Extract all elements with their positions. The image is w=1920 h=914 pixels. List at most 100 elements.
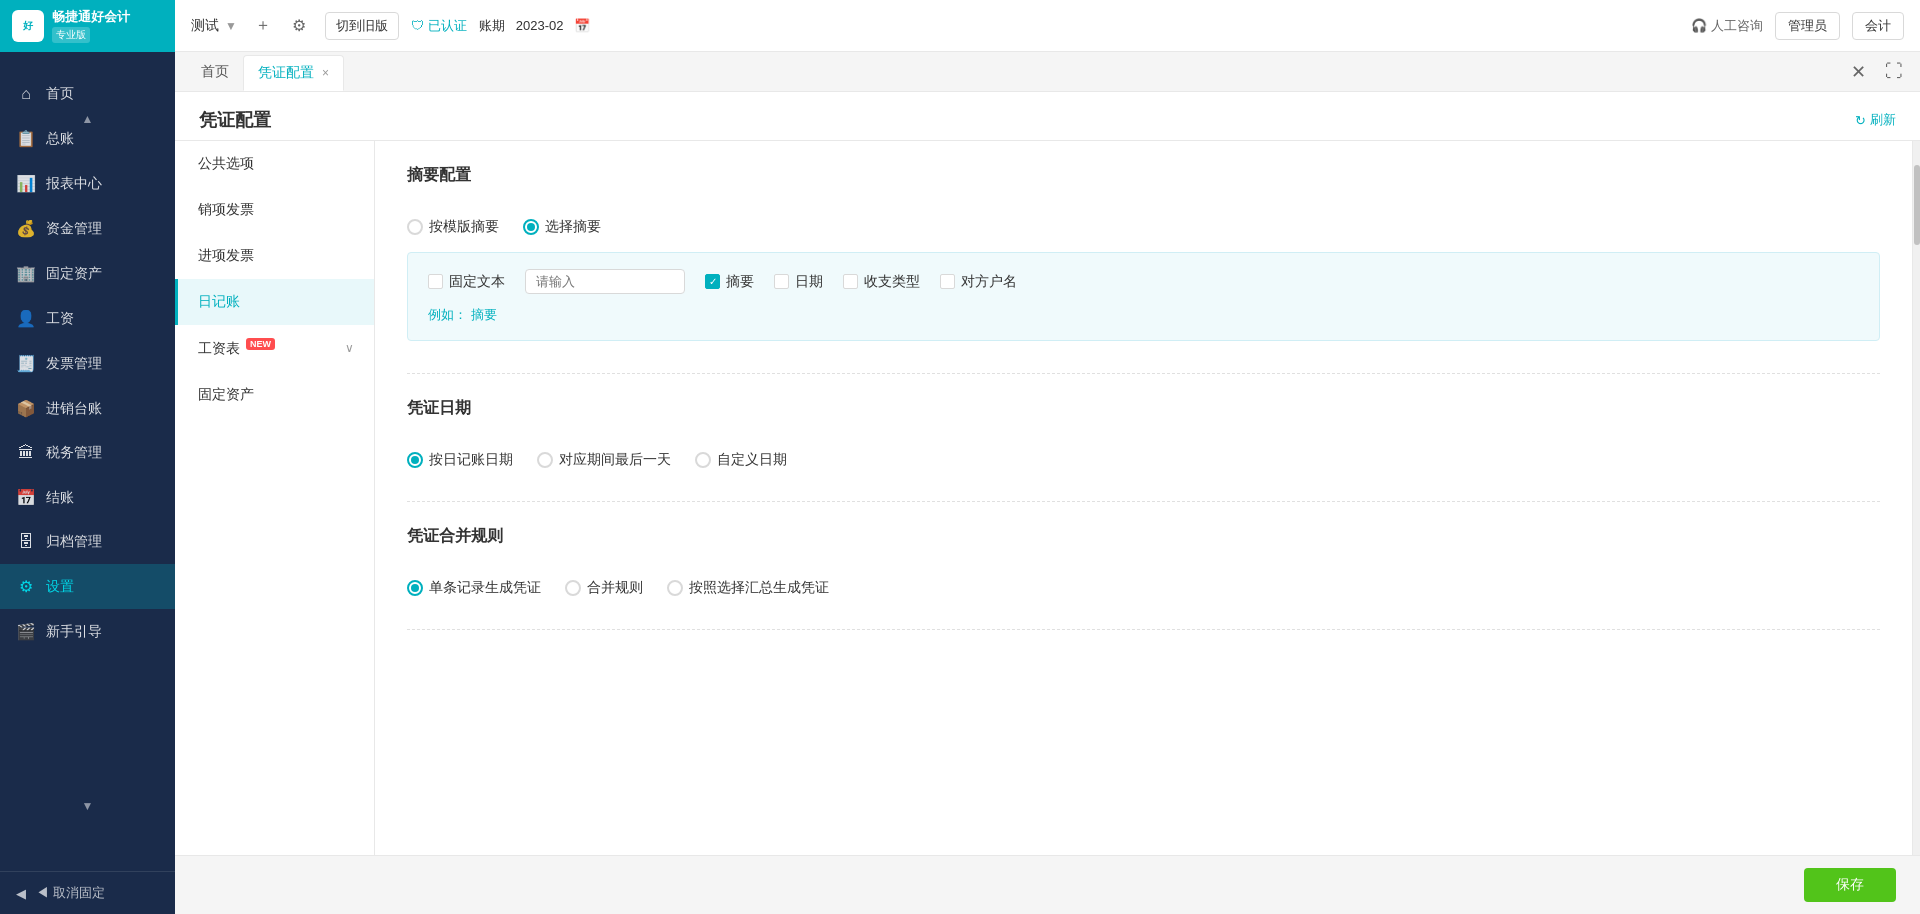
content-layout: 公共选项 销项发票 进项发票 日记账 工资表 NEW	[175, 141, 1920, 855]
summary-radio-group: 按模版摘要 选择摘要	[407, 218, 1880, 236]
summary-options-row: 固定文本 ✓ 摘要	[428, 269, 1859, 294]
date-checkbox[interactable]: 日期	[774, 273, 823, 291]
expand-button[interactable]: ⛶	[1880, 58, 1908, 86]
refresh-icon: ↻	[1855, 113, 1866, 128]
sidebar-item-home[interactable]: ⌂ 首页	[0, 72, 175, 116]
tab-close-icon[interactable]: ×	[322, 66, 329, 80]
left-nav-fixed-assets[interactable]: 固定资产	[175, 372, 374, 418]
type-checkbox[interactable]: 收支类型	[843, 273, 920, 291]
sidebar-item-guide[interactable]: 🎬 新手引导	[0, 609, 175, 654]
sidebar-item-assets[interactable]: 🏢 固定资产	[0, 251, 175, 296]
tabbar: 首页 凭证配置 × ✕ ⛶	[175, 52, 1920, 92]
close-period-icon: 📅	[16, 488, 36, 507]
left-nav-public[interactable]: 公共选项	[175, 141, 374, 187]
save-button[interactable]: 保存	[1804, 868, 1896, 902]
guide-icon: 🎬	[16, 622, 36, 641]
date-section-title: 凭证日期	[407, 398, 1880, 431]
sidebar-item-settings[interactable]: ⚙ 设置	[0, 564, 175, 609]
fixed-text-checkbox-box	[428, 274, 443, 289]
company-selector[interactable]: 测试 ▼	[191, 17, 237, 35]
funds-icon: 💰	[16, 219, 36, 238]
add-company-button[interactable]: ＋	[249, 12, 277, 40]
sidebar-item-reports[interactable]: 📊 报表中心	[0, 161, 175, 206]
sidebar-item-archive[interactable]: 🗄 归档管理	[0, 520, 175, 564]
single-radio-circle	[407, 580, 423, 596]
left-nav: 公共选项 销项发票 进项发票 日记账 工资表 NEW	[175, 141, 375, 855]
merge-section-title: 凭证合并规则	[407, 526, 1880, 559]
sidebar-item-invoices[interactable]: 🧾 发票管理	[0, 341, 175, 386]
refresh-button[interactable]: ↻ 刷新	[1855, 111, 1896, 129]
merge-radio-single[interactable]: 单条记录生成凭证	[407, 579, 541, 597]
save-area: 保存	[175, 855, 1920, 914]
sidebar-item-close[interactable]: 📅 结账	[0, 475, 175, 520]
archive-icon: 🗄	[16, 533, 36, 551]
certified-label: 已认证	[428, 17, 467, 35]
reports-icon: 📊	[16, 174, 36, 193]
cancel-fixed-label: ◀ 取消固定	[36, 884, 105, 902]
close-tab-button[interactable]: ✕	[1844, 58, 1872, 86]
tab-home[interactable]: 首页	[187, 55, 243, 89]
right-scrollbar[interactable]	[1912, 141, 1920, 855]
merge-section: 凭证合并规则 单条记录生成凭证 合并规则	[407, 526, 1880, 597]
sidebar-label-home: 首页	[46, 85, 74, 103]
left-nav-journal[interactable]: 日记账	[175, 279, 374, 325]
help-label: 人工咨询	[1711, 17, 1763, 35]
counterpart-checkbox[interactable]: 对方户名	[940, 273, 1017, 291]
sidebar-logo: 好 畅捷通好会计 专业版	[0, 0, 175, 52]
left-nav-sales-invoice[interactable]: 销项发票	[175, 187, 374, 233]
fixed-text-input[interactable]	[525, 269, 685, 294]
date-section: 凭证日期 按日记账日期 对应期间最后一天	[407, 398, 1880, 469]
date-radio-journal[interactable]: 按日记账日期	[407, 451, 513, 469]
sidebar-pro: 专业版	[52, 27, 90, 43]
period-label: 账期	[479, 18, 505, 33]
summary-checkbox[interactable]: ✓ 摘要	[705, 273, 754, 291]
admin-button[interactable]: 管理员	[1775, 12, 1840, 40]
example-prefix: 例如：	[428, 307, 467, 322]
payroll-table-chevron-icon: ∨	[345, 341, 354, 355]
left-nav-payroll-table-label: 工资表 NEW	[198, 339, 275, 358]
sidebar-item-payroll[interactable]: 👤 工资	[0, 296, 175, 341]
summary-title: 摘要配置	[407, 165, 1880, 198]
new-badge: NEW	[246, 338, 275, 350]
company-name: 测试	[191, 17, 219, 35]
sidebar-item-funds[interactable]: 💰 资金管理	[0, 206, 175, 251]
counterpart-checkbox-label: 对方户名	[961, 273, 1017, 291]
date-checkbox-box	[774, 274, 789, 289]
accountant-button[interactable]: 会计	[1852, 12, 1904, 40]
calendar-icon[interactable]: 📅	[574, 18, 590, 33]
period-last-radio-label: 对应期间最后一天	[559, 451, 671, 469]
sidebar-item-tax[interactable]: 🏛 税务管理	[0, 431, 175, 475]
settings-button[interactable]: ⚙	[285, 12, 313, 40]
tab-voucher-config-label: 凭证配置	[258, 64, 314, 82]
left-nav-payroll-table[interactable]: 工资表 NEW ∨	[175, 325, 374, 372]
date-radio-period-last[interactable]: 对应期间最后一天	[537, 451, 671, 469]
sidebar-item-purchases[interactable]: 📦 进销台账	[0, 386, 175, 431]
summary-radio-select[interactable]: 选择摘要	[523, 218, 601, 236]
merge-radio-select[interactable]: 按照选择汇总生成凭证	[667, 579, 829, 597]
summary-example: 例如： 摘要	[428, 306, 1859, 324]
merge-radio-group: 单条记录生成凭证 合并规则 按照选择汇总生成凭证	[407, 579, 1880, 597]
help-button[interactable]: 🎧 人工咨询	[1691, 17, 1763, 35]
sidebar-label-tax: 税务管理	[46, 444, 102, 462]
date-radio-custom[interactable]: 自定义日期	[695, 451, 787, 469]
certified-badge: 🛡 已认证	[411, 17, 467, 35]
type-checkbox-box	[843, 274, 858, 289]
summary-section: 摘要配置 按模版摘要 选择摘要	[407, 165, 1880, 341]
journal-date-radio-circle	[407, 452, 423, 468]
switch-old-version-button[interactable]: 切到旧版	[325, 12, 399, 40]
custom-date-radio-circle	[695, 452, 711, 468]
sidebar-scroll-up[interactable]: ▲	[78, 112, 98, 132]
merge-radio-rules[interactable]: 合并规则	[565, 579, 643, 597]
period-last-radio-circle	[537, 452, 553, 468]
tax-icon: 🏛	[16, 444, 36, 462]
journal-date-radio-label: 按日记账日期	[429, 451, 513, 469]
tab-voucher-config[interactable]: 凭证配置 ×	[243, 55, 344, 91]
left-nav-sales-invoice-label: 销项发票	[198, 201, 254, 217]
custom-date-radio-label: 自定义日期	[717, 451, 787, 469]
page-content: 凭证配置 ↻ 刷新 公共选项 销项发票 进项发票	[175, 92, 1920, 914]
summary-radio-template[interactable]: 按模版摘要	[407, 218, 499, 236]
sidebar-scroll-down[interactable]: ▼	[78, 799, 98, 819]
cancel-fixed-button[interactable]: ◀ ◀ 取消固定	[0, 871, 175, 914]
left-nav-purchase-invoice[interactable]: 进项发票	[175, 233, 374, 279]
fixed-text-checkbox[interactable]: 固定文本	[428, 273, 505, 291]
